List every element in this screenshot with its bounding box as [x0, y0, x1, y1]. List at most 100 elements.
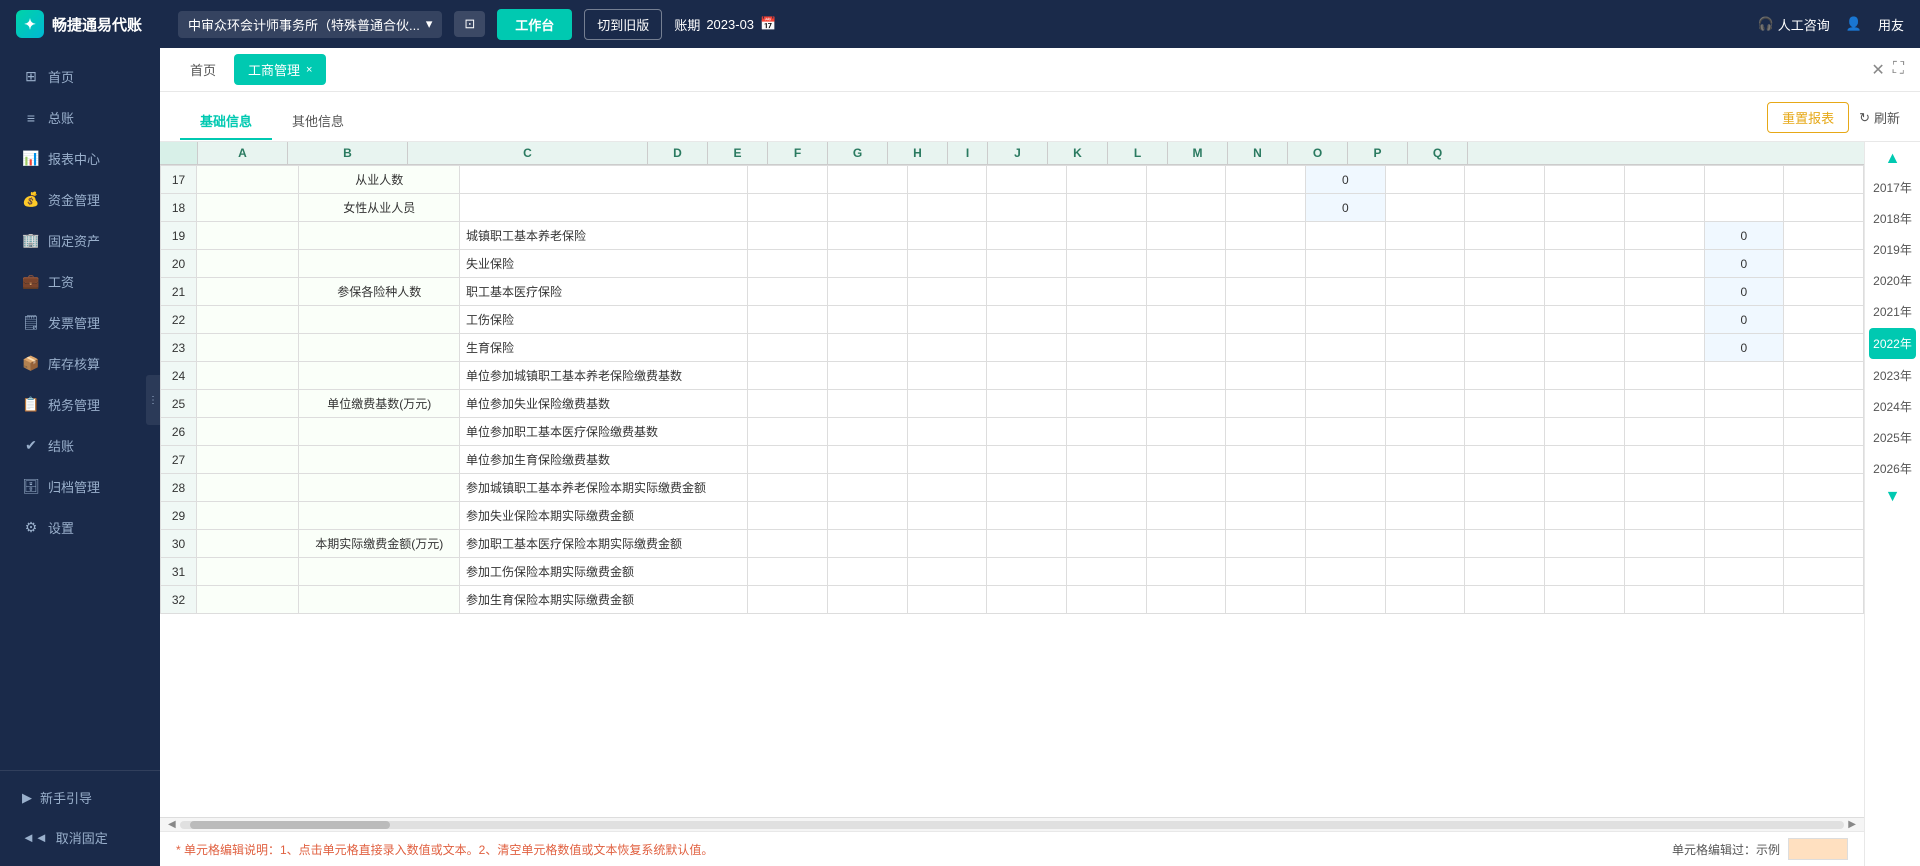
cell-26-h[interactable] — [1066, 418, 1146, 446]
cell-30-c[interactable]: 参加职工基本医疗保险本期实际缴费金额 — [460, 530, 748, 558]
sidebar-item-new-guide[interactable]: ▶ 新手引导 — [6, 778, 154, 817]
cell-27-f[interactable] — [907, 446, 987, 474]
refresh-button[interactable]: ↻ 刷新 — [1859, 108, 1900, 127]
cell-25-o[interactable] — [1624, 390, 1704, 418]
cell-25-a[interactable] — [197, 390, 299, 418]
cell-26-n[interactable] — [1545, 418, 1625, 446]
cell-32-h[interactable] — [1066, 586, 1146, 614]
cell-20-p[interactable]: 0 — [1704, 250, 1784, 278]
cell-18-j[interactable] — [1226, 194, 1306, 222]
cell-27-i[interactable] — [1146, 446, 1226, 474]
year-2023[interactable]: 2023年 — [1865, 360, 1920, 391]
cell-18-f[interactable] — [907, 194, 987, 222]
cell-18-i[interactable] — [1146, 194, 1226, 222]
cell-18-k[interactable]: 0 — [1306, 194, 1386, 222]
cell-17-e[interactable] — [827, 166, 907, 194]
cell-24-o[interactable] — [1624, 362, 1704, 390]
cell-25-b[interactable]: 单位缴费基数(万元) — [299, 390, 460, 418]
cell-20-g[interactable] — [987, 250, 1067, 278]
cell-25-h[interactable] — [1066, 390, 1146, 418]
cell-24-n[interactable] — [1545, 362, 1625, 390]
sidebar-item-inventory[interactable]: 📦 库存核算 — [6, 344, 154, 383]
cell-29-b[interactable] — [299, 502, 460, 530]
cell-21-p[interactable]: 0 — [1704, 278, 1784, 306]
cell-22-c[interactable]: 工伤保险 — [460, 306, 748, 334]
cell-19-m[interactable] — [1465, 222, 1545, 250]
cell-21-g[interactable] — [987, 278, 1067, 306]
cell-18-d[interactable] — [748, 194, 828, 222]
cell-32-j[interactable] — [1226, 586, 1306, 614]
cell-27-b[interactable] — [299, 446, 460, 474]
cell-27-q[interactable] — [1784, 446, 1864, 474]
cell-26-g[interactable] — [987, 418, 1067, 446]
cell-19-q[interactable] — [1784, 222, 1864, 250]
cell-29-c[interactable]: 参加失业保险本期实际缴费金额 — [460, 502, 748, 530]
scroll-left-arrow[interactable]: ◀ — [164, 819, 180, 830]
cell-23-h[interactable] — [1066, 334, 1146, 362]
cell-31-p[interactable] — [1704, 558, 1784, 586]
cell-25-l[interactable] — [1385, 390, 1465, 418]
cell-30-d[interactable] — [748, 530, 828, 558]
cell-26-p[interactable] — [1704, 418, 1784, 446]
cell-26-l[interactable] — [1385, 418, 1465, 446]
cell-30-e[interactable] — [827, 530, 907, 558]
cell-19-g[interactable] — [987, 222, 1067, 250]
cell-30-a[interactable] — [197, 530, 299, 558]
cell-23-n[interactable] — [1545, 334, 1625, 362]
cell-17-d[interactable] — [748, 166, 828, 194]
cell-24-g[interactable] — [987, 362, 1067, 390]
cell-22-j[interactable] — [1226, 306, 1306, 334]
cell-26-j[interactable] — [1226, 418, 1306, 446]
year-2017[interactable]: 2017年 — [1865, 172, 1920, 203]
cell-21-f[interactable] — [907, 278, 987, 306]
cell-17-h[interactable] — [1066, 166, 1146, 194]
cell-32-c[interactable]: 参加生育保险本期实际缴费金额 — [460, 586, 748, 614]
cell-23-f[interactable] — [907, 334, 987, 362]
cell-20-m[interactable] — [1465, 250, 1545, 278]
cell-17-i[interactable] — [1146, 166, 1226, 194]
cell-26-o[interactable] — [1624, 418, 1704, 446]
cell-24-a[interactable] — [197, 362, 299, 390]
cell-30-g[interactable] — [987, 530, 1067, 558]
copy-btn[interactable]: ⊡ — [454, 11, 485, 37]
cell-31-e[interactable] — [827, 558, 907, 586]
cell-32-i[interactable] — [1146, 586, 1226, 614]
cell-20-e[interactable] — [827, 250, 907, 278]
cell-31-o[interactable] — [1624, 558, 1704, 586]
cell-20-d[interactable] — [748, 250, 828, 278]
cell-31-b[interactable] — [299, 558, 460, 586]
sidebar-item-tax[interactable]: 📋 税务管理 — [6, 385, 154, 424]
cell-25-k[interactable] — [1306, 390, 1386, 418]
cell-31-q[interactable] — [1784, 558, 1864, 586]
cell-19-b[interactable] — [299, 222, 460, 250]
cell-28-i[interactable] — [1146, 474, 1226, 502]
cell-27-p[interactable] — [1704, 446, 1784, 474]
cell-28-a[interactable] — [197, 474, 299, 502]
sidebar-item-invoice[interactable]: 🗒 发票管理 — [6, 303, 154, 342]
cell-32-a[interactable] — [197, 586, 299, 614]
cell-28-l[interactable] — [1385, 474, 1465, 502]
cell-21-k[interactable] — [1306, 278, 1386, 306]
cell-19-a[interactable] — [197, 222, 299, 250]
cell-21-j[interactable] — [1226, 278, 1306, 306]
cell-27-g[interactable] — [987, 446, 1067, 474]
cell-24-b[interactable] — [299, 362, 460, 390]
cell-30-k[interactable] — [1306, 530, 1386, 558]
cell-22-d[interactable] — [748, 306, 828, 334]
cell-22-b[interactable] — [299, 306, 460, 334]
cell-18-p[interactable] — [1704, 194, 1784, 222]
cell-27-l[interactable] — [1385, 446, 1465, 474]
cell-23-c[interactable]: 生育保险 — [460, 334, 748, 362]
cell-24-p[interactable] — [1704, 362, 1784, 390]
horizontal-scrollbar[interactable]: ◀ ▶ — [160, 817, 1864, 831]
cell-26-e[interactable] — [827, 418, 907, 446]
cell-17-c[interactable] — [460, 166, 748, 194]
cell-23-a[interactable] — [197, 334, 299, 362]
cell-19-e[interactable] — [827, 222, 907, 250]
cell-21-b[interactable]: 参保各险种人数 — [299, 278, 460, 306]
sidebar-item-salary[interactable]: 💼 工资 — [6, 262, 154, 301]
cell-29-m[interactable] — [1465, 502, 1545, 530]
year-2018[interactable]: 2018年 — [1865, 203, 1920, 234]
cell-24-h[interactable] — [1066, 362, 1146, 390]
cell-20-j[interactable] — [1226, 250, 1306, 278]
